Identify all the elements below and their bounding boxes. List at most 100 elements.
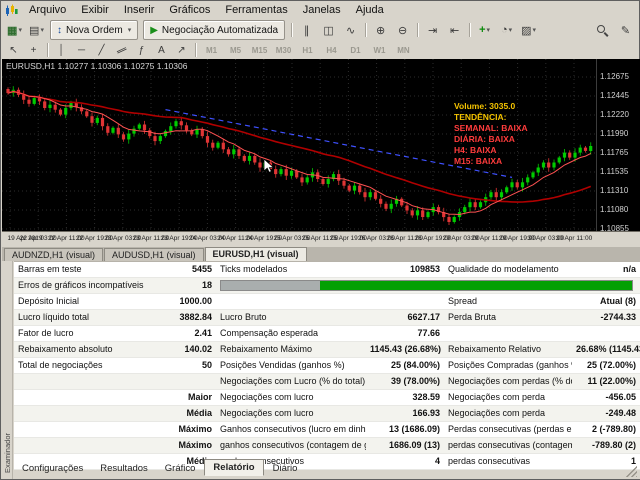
chart-tab-audnzd-h1-visual[interactable]: AUDNZD,H1 (visual) [4, 248, 104, 261]
report-row[interactable]: Depósito Inicial 1000.00 Spread Atual (8) [14, 294, 640, 310]
chevron-down-icon: ▾ [532, 27, 537, 34]
report-cell-c1l: Lucro líquido total [18, 312, 90, 322]
chart-shift-icon[interactable]: ⇤ [444, 20, 465, 40]
text-icon[interactable]: A [152, 42, 171, 59]
autotrading-button[interactable]: ▶ Negociação Automatizada [143, 20, 286, 40]
price-scale[interactable]: 1.12675 1.12445 1.12220 1.11990 1.11765 1.115… [596, 59, 640, 233]
indicators-icon[interactable]: + ▾ [474, 20, 495, 40]
menu-item-graficos[interactable]: Gráficos [162, 3, 217, 17]
menu-item-exibir[interactable]: Exibir [74, 3, 116, 17]
templates-icon[interactable]: ▨ ▾ [518, 20, 539, 40]
overlay-line: H4: BAIXA [454, 145, 497, 155]
bar-chart-icon[interactable]: ∥ [296, 20, 317, 40]
menu-item-arquivo[interactable]: Arquivo [22, 3, 73, 17]
timeframe-h1-button[interactable]: H1 [296, 43, 319, 57]
report-cell-c1l [14, 422, 144, 437]
report-row[interactable]: Total de negociações 50 Posições Vendidas … [14, 358, 640, 374]
report-cell-c2l: ganhos consecutivos (contagem de ganhos) [220, 440, 366, 450]
vertical-line-icon[interactable]: │ [52, 42, 71, 59]
crosshair-icon-glyph: + [30, 44, 37, 56]
timeframe-mn-button[interactable]: MN [392, 43, 415, 57]
bar-chart-icon-glyph: ∥ [303, 24, 310, 37]
chart-tab-audusd-h1-visual[interactable]: AUDUSD,H1 (visual) [104, 248, 204, 261]
auto-scroll-icon[interactable]: ⇥ [422, 20, 443, 40]
report-cell-c3l: Spread [448, 296, 478, 306]
report-cell-c2v: 328.59 [412, 392, 440, 402]
chevron-down-icon: ▾ [486, 27, 491, 34]
magnifier-glyph [597, 24, 608, 36]
toolbar-tools: ↖ + │ ─ ╱ ∥ ƒ A ↗ M1 M5 M15 M30 H1 H4 D1 W1 MN [2, 41, 638, 60]
chart-area[interactable]: EURUSD,H1 1.10277 1.10306 1.10275 1.1030… [2, 59, 640, 247]
report-cell-c1v: Maior [187, 392, 212, 402]
periods-icon[interactable]: ◔ ▾ [496, 20, 517, 40]
report-cell-c3l: Negociações com perda [448, 408, 546, 418]
report-row[interactable]: Lucro líquido total 3882.84 Lucro Bruto 662… [14, 310, 640, 326]
price-label: 1.11990 [600, 129, 629, 138]
tester-title-strip: Examinador [2, 261, 13, 479]
tester-tab-grafico[interactable]: Gráfico [157, 462, 204, 476]
progress-segment [319, 281, 632, 290]
chart-tab-bar: AUDNZD,H1 (visual) AUDUSD,H1 (visual) EURU… [2, 247, 640, 261]
arrows-icon[interactable]: ↗ [172, 42, 191, 59]
cursor-icon[interactable]: ↖ [4, 42, 23, 59]
report-row[interactable]: Média Negociações com lucro 166.93 Negociaç… [14, 406, 640, 422]
menu-item-janelas[interactable]: Janelas [296, 3, 348, 17]
report-cell-c3v: 25 (72.00%) [586, 360, 636, 370]
trendline-icon[interactable]: ╱ [92, 42, 111, 59]
time-axis[interactable]: 19 Apr 2019 22 Apr 03:00 22 Apr 11:00 22 Ap… [2, 231, 640, 247]
pencil-icon[interactable]: ✎ [615, 20, 636, 40]
timeframe-m30-button[interactable]: M30 [272, 43, 295, 57]
menu-item-inserir[interactable]: Inserir [117, 3, 162, 17]
trendline-icon-glyph: ╱ [98, 44, 105, 56]
report-row[interactable]: Maior Negociações com lucro 328.59 Negociaç… [14, 390, 640, 406]
tester-tab-diario[interactable]: Diário [265, 462, 306, 476]
timeframe-d1-button[interactable]: D1 [344, 43, 367, 57]
menu-item-ferramentas[interactable]: Ferramentas [218, 3, 294, 17]
report-row[interactable]: Rebaixamento absoluto 140.02 Rebaixamento … [14, 342, 640, 358]
new-chart-icon[interactable]: ▦ ▾ [4, 20, 25, 40]
magnifier-icon[interactable] [592, 20, 613, 40]
channel-icon[interactable]: ∥ [112, 42, 131, 59]
horizontal-line-icon-glyph: ─ [77, 44, 86, 56]
fibonacci-icon[interactable]: ƒ [132, 42, 151, 59]
candlestick-chart-icon-glyph: ◫ [323, 24, 334, 37]
chart-tab-eurusd-h1-visual[interactable]: EURUSD,H1 (visual) [204, 247, 307, 261]
chart-shift-icon-glyph: ⇤ [449, 24, 460, 37]
timeframe-m15-button[interactable]: M15 [248, 43, 271, 57]
toolbar-separator [195, 43, 196, 57]
report-row[interactable]: Máximo ganhos consecutivos (contagem de g… [14, 438, 640, 454]
price-label: 1.12675 [600, 72, 629, 81]
profiles-icon[interactable]: ▤ ▾ [26, 20, 47, 40]
tester-tab-configuracoes[interactable]: Configurações [14, 462, 91, 476]
horizontal-line-icon[interactable]: ─ [72, 42, 91, 59]
report-cell-c2v: 39 (78.00%) [390, 376, 440, 386]
zoom-in-icon-glyph: ⊕ [375, 24, 386, 37]
report-cell-c2v: 6627.17 [407, 312, 440, 322]
report-cell-c1v: 18 [201, 280, 212, 290]
report-cell-c3v: Atual (8) [600, 296, 636, 306]
report-cell-c3l: Rebaixamento Relativo [448, 344, 542, 354]
tester-tab-resultados[interactable]: Resultados [92, 462, 156, 476]
report-row[interactable]: Erros de gráficos incompatíveis 18 [14, 278, 640, 294]
chevron-down-icon: ▾ [18, 27, 22, 34]
report-row[interactable]: Barras em teste 5455 Ticks modelados 109853… [14, 262, 640, 278]
report-row[interactable]: Máximo Ganhos consecutivos (lucro em dinh… [14, 422, 640, 438]
tester-tab-relatorio[interactable]: Relatório [204, 459, 264, 476]
report-row[interactable]: Negociações com Lucro (% do total) 39 (78… [14, 374, 640, 390]
new-order-button[interactable]: ↕ Nova Ordem ▾ [50, 20, 139, 40]
timeframe-m5-button[interactable]: M5 [224, 43, 247, 57]
timeframe-w1-button[interactable]: W1 [368, 43, 391, 57]
report-cell-c1l: Fator de lucro [18, 328, 74, 338]
timeframe-m1-button[interactable]: M1 [200, 43, 223, 57]
report-row[interactable]: Fator de lucro 2.41 Compensação esperada 77… [14, 326, 640, 342]
candlestick-chart-icon[interactable]: ◫ [318, 20, 339, 40]
app-logo-icon [6, 4, 18, 16]
zoom-out-icon-glyph: ⊖ [397, 24, 408, 37]
toolbar-separator [365, 23, 367, 37]
menu-item-ajuda[interactable]: Ajuda [349, 3, 391, 17]
line-chart-icon[interactable]: ∿ [340, 20, 361, 40]
zoom-out-icon[interactable]: ⊖ [392, 20, 413, 40]
timeframe-h4-button[interactable]: H4 [320, 43, 343, 57]
zoom-in-icon[interactable]: ⊕ [370, 20, 391, 40]
crosshair-icon[interactable]: + [24, 42, 43, 59]
